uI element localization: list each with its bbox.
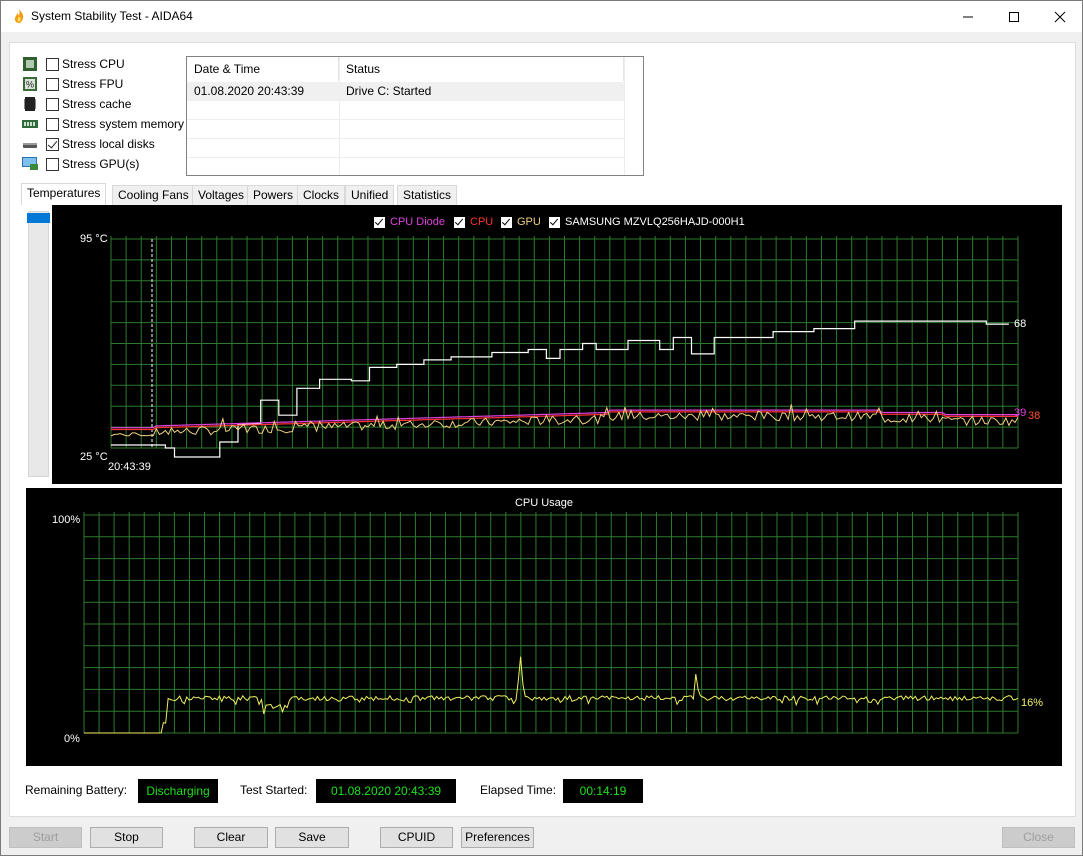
cpu-usage-chart: CPU Usage 100% 0% 16% (26, 488, 1062, 766)
tab-powers[interactable]: Powers (247, 185, 300, 205)
status-bar: Remaining Battery: Discharging Test Star… (10, 779, 1075, 803)
window-title: System Stability Test - AIDA64 (31, 9, 193, 23)
start-button[interactable]: Start (9, 827, 82, 848)
stress-cache-checkbox[interactable] (46, 98, 59, 111)
maximize-icon (1009, 11, 1019, 22)
maximize-button[interactable] (991, 1, 1037, 32)
app-window: System Stability Test - AIDA64 Stress CP… (0, 0, 1083, 856)
stop-button[interactable]: Stop (90, 827, 163, 848)
temperature-chart: CPU Diode CPU GPU SAMSUNG MZVLQ256HAJD-0… (52, 205, 1062, 484)
minimize-button[interactable] (945, 1, 991, 32)
log-cell-status: Drive C: Started (346, 84, 432, 98)
fpu-percent-icon: % (23, 77, 37, 91)
stress-cache-option[interactable]: Stress cache (22, 95, 192, 115)
tab-clocks[interactable]: Clocks (297, 185, 346, 205)
log-row-empty (187, 139, 624, 158)
minimize-icon (963, 16, 973, 17)
preferences-button[interactable]: Preferences (461, 827, 534, 848)
test-started-value: 01.08.2020 20:43:39 (316, 779, 456, 803)
main-panel: Stress CPU % Stress FPU Stress cache Str… (9, 42, 1076, 817)
stress-disks-checkbox[interactable] (46, 138, 59, 151)
elapsed-time-label: Elapsed Time: (480, 783, 557, 797)
cpu-current-value: 38 (1028, 410, 1040, 422)
cpu-usage-current-value: 16% (1021, 697, 1043, 709)
temperature-plot: 95 °C 25 °C 20:43:39 68 39 38 (80, 233, 1040, 473)
log-header: Date & Time Status (187, 57, 643, 81)
stress-memory-option[interactable]: Stress system memory (22, 115, 192, 135)
y-axis-max-label: 100% (52, 514, 80, 526)
stress-memory-label: Stress system memory (62, 117, 185, 131)
stress-cpu-checkbox[interactable] (46, 58, 59, 71)
elapsed-time-value: 00:14:19 (563, 779, 643, 803)
clear-button[interactable]: Clear (194, 827, 268, 848)
sensor-list-scrollbar[interactable] (27, 211, 50, 477)
cache-chip-icon (24, 97, 36, 111)
log-column-datetime[interactable]: Date & Time (187, 57, 339, 81)
y-axis-max-label: 95 °C (80, 233, 108, 245)
log-row[interactable]: 01.08.2020 20:43:39 Drive C: Started (187, 82, 624, 101)
stress-cache-label: Stress cache (62, 97, 132, 111)
stress-fpu-option[interactable]: % Stress FPU (22, 75, 192, 95)
cpu-diode-current-value: 39 (1014, 407, 1026, 419)
stress-fpu-checkbox[interactable] (46, 78, 59, 91)
log-row-empty (187, 120, 624, 139)
stress-cpu-label: Stress CPU (62, 57, 125, 71)
start-marker-label: 20:43:39 (108, 461, 151, 473)
close-icon (1054, 11, 1066, 22)
log-divider (624, 57, 625, 175)
cpuid-button[interactable]: CPUID (380, 827, 453, 848)
test-started-label: Test Started: (240, 783, 308, 797)
log-cell-datetime: 01.08.2020 20:43:39 (194, 84, 305, 98)
cpu-usage-grid (83, 512, 1019, 734)
stress-gpu-option[interactable]: Stress GPU(s) (22, 155, 192, 175)
series-samsung-line (111, 320, 1009, 458)
tab-temperatures[interactable]: Temperatures (21, 183, 107, 205)
battery-label: Remaining Battery: (25, 783, 128, 797)
battery-value: Discharging (138, 779, 218, 803)
stress-memory-checkbox[interactable] (46, 118, 59, 131)
tab-unified[interactable]: Unified (345, 185, 395, 205)
cpu-usage-plot: 100% 0% 16% (52, 512, 1043, 745)
stress-cpu-option[interactable]: Stress CPU (22, 55, 192, 75)
stress-gpu-label: Stress GPU(s) (62, 157, 140, 171)
gpu-monitor-icon (22, 157, 38, 170)
flame-icon (14, 9, 24, 23)
stress-fpu-label: Stress FPU (62, 77, 124, 91)
close-window-button[interactable] (1037, 1, 1083, 32)
close-button[interactable]: Close (1002, 827, 1075, 848)
log-column-status[interactable]: Status (339, 57, 624, 81)
save-button[interactable]: Save (275, 827, 349, 848)
stress-disks-option[interactable]: Stress local disks (22, 135, 192, 155)
tab-cooling-fans[interactable]: Cooling Fans (112, 185, 195, 205)
title-bar: System Stability Test - AIDA64 (1, 1, 1082, 32)
svg-text:%: % (26, 80, 34, 90)
memory-module-icon (22, 120, 38, 128)
tab-voltages[interactable]: Voltages (192, 185, 251, 205)
cpu-chip-icon (23, 57, 37, 71)
tab-statistics[interactable]: Statistics (397, 185, 458, 205)
stress-options: Stress CPU % Stress FPU Stress cache Str… (22, 55, 192, 175)
y-axis-min-label: 25 °C (80, 451, 108, 463)
samsung-current-value: 68 (1014, 318, 1026, 330)
disk-drive-icon (23, 143, 37, 148)
stress-gpu-checkbox[interactable] (46, 158, 59, 171)
status-log-table[interactable]: Date & Time Status 01.08.2020 20:43:39 D… (186, 56, 644, 176)
stress-disks-label: Stress local disks (62, 137, 155, 151)
log-row-empty (187, 101, 624, 120)
y-axis-min-label: 0% (64, 733, 80, 745)
scrollbar-thumb[interactable] (27, 213, 50, 223)
